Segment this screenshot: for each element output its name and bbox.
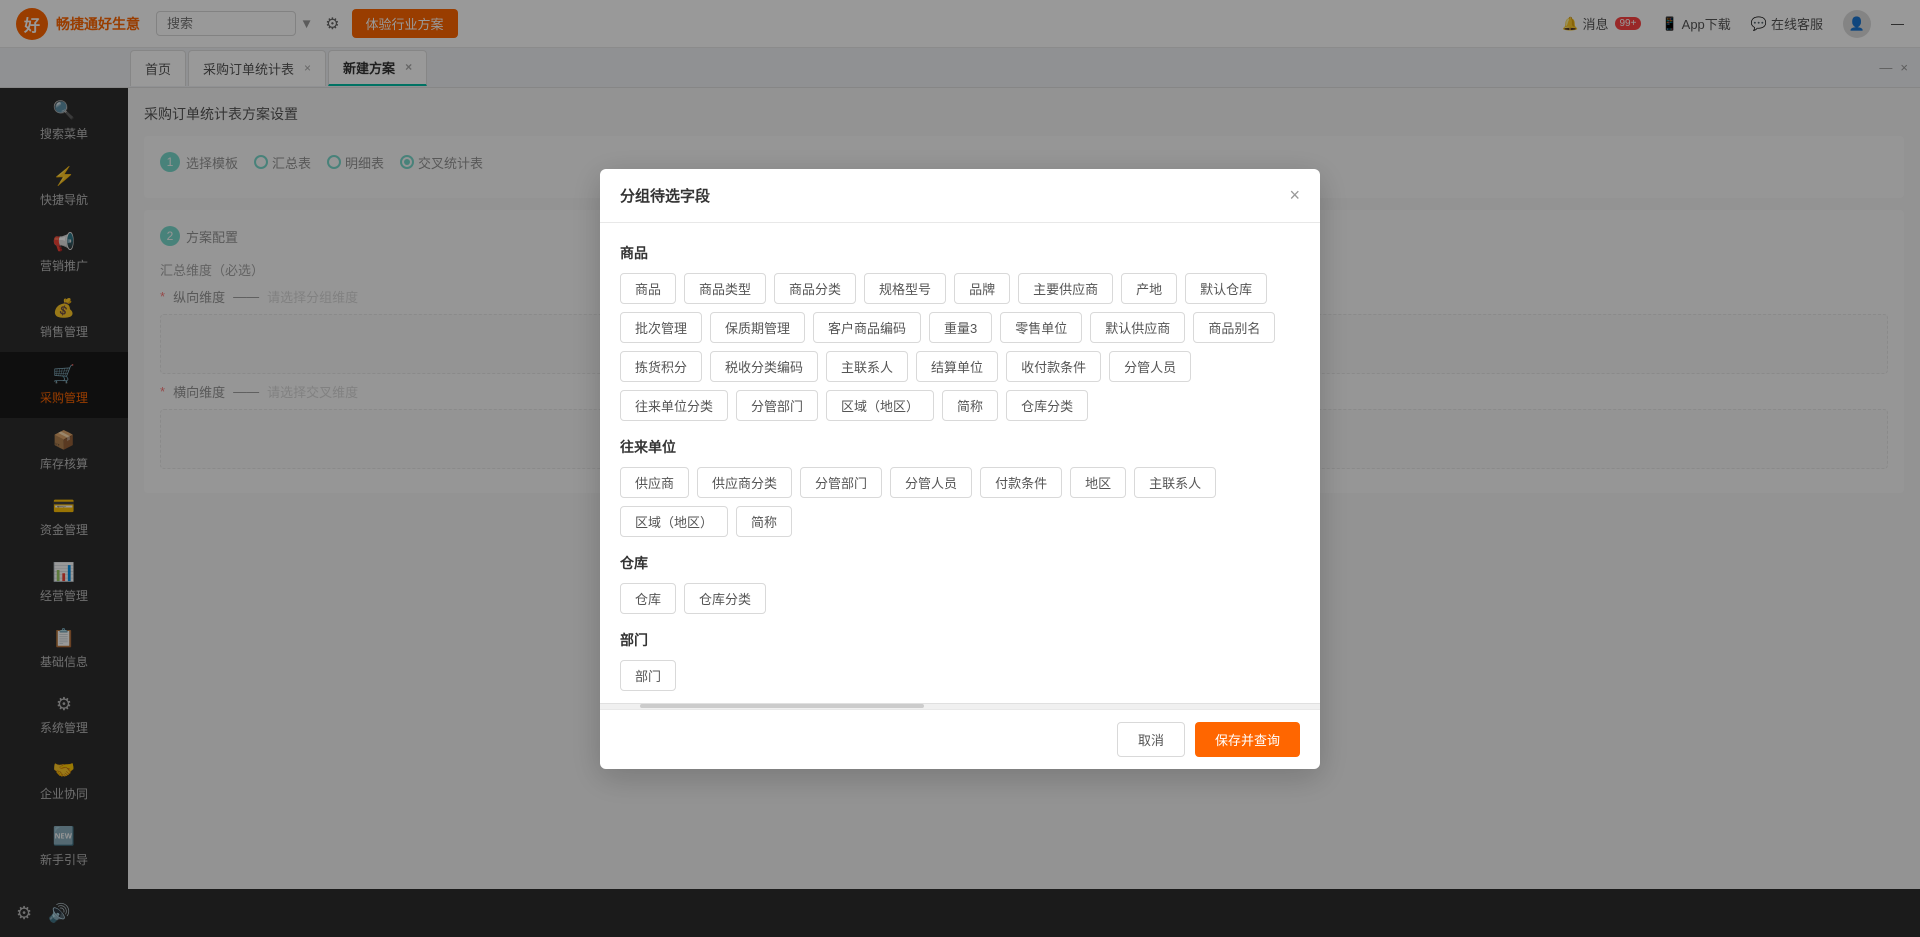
- modal-header: 分组待选字段 ×: [600, 169, 1320, 223]
- save-button[interactable]: 保存并查询: [1195, 722, 1300, 757]
- tag-product-重量3[interactable]: 重量3: [929, 312, 992, 343]
- tag-product-简称[interactable]: 简称: [942, 390, 998, 421]
- tag-warehouse-仓库[interactable]: 仓库: [620, 583, 676, 614]
- tag-partner-地区[interactable]: 地区: [1070, 467, 1126, 498]
- modal-body: 商品 商品 商品类型 商品分类 规格型号 品牌 主要供应商 产地 默认仓库 批次…: [600, 223, 1320, 703]
- section-title-partner: 往来单位: [620, 437, 1300, 457]
- tag-product-商品分类[interactable]: 商品分类: [774, 273, 856, 304]
- tag-product-商品别名[interactable]: 商品别名: [1193, 312, 1275, 343]
- tag-partner-简称[interactable]: 简称: [736, 506, 792, 537]
- tag-product-往来单位分类[interactable]: 往来单位分类: [620, 390, 728, 421]
- modal-title: 分组待选字段: [620, 185, 710, 206]
- section-title-product: 商品: [620, 243, 1300, 263]
- section-title-warehouse: 仓库: [620, 553, 1300, 573]
- tag-product-零售单位[interactable]: 零售单位: [1000, 312, 1082, 343]
- tag-group-partner: 供应商 供应商分类 分管部门 分管人员 付款条件 地区 主联系人 区域（地区） …: [620, 467, 1300, 537]
- tag-product-批次管理[interactable]: 批次管理: [620, 312, 702, 343]
- footer-buttons: 取消 保存并查询: [1117, 722, 1300, 757]
- tag-group-warehouse: 仓库 仓库分类: [620, 583, 1300, 614]
- modal-close-button[interactable]: ×: [1289, 185, 1300, 206]
- tag-partner-主联系人[interactable]: 主联系人: [1134, 467, 1216, 498]
- tag-product-商品类型[interactable]: 商品类型: [684, 273, 766, 304]
- tag-product-拣货积分[interactable]: 拣货积分: [620, 351, 702, 382]
- tag-group-product: 商品 商品类型 商品分类 规格型号 品牌 主要供应商 产地 默认仓库 批次管理 …: [620, 273, 1300, 421]
- tag-product-商品[interactable]: 商品: [620, 273, 676, 304]
- tag-product-品牌[interactable]: 品牌: [954, 273, 1010, 304]
- tag-group-dept: 部门: [620, 660, 1300, 691]
- tag-product-规格型号[interactable]: 规格型号: [864, 273, 946, 304]
- tag-product-区域地区[interactable]: 区域（地区）: [826, 390, 934, 421]
- tag-partner-供应商分类[interactable]: 供应商分类: [697, 467, 792, 498]
- tag-product-结算单位[interactable]: 结算单位: [916, 351, 998, 382]
- tag-partner-供应商[interactable]: 供应商: [620, 467, 689, 498]
- tag-product-默认供应商[interactable]: 默认供应商: [1090, 312, 1185, 343]
- tag-product-税收分类编码[interactable]: 税收分类编码: [710, 351, 818, 382]
- tag-product-主要供应商[interactable]: 主要供应商: [1018, 273, 1113, 304]
- tag-partner-分管人员[interactable]: 分管人员: [890, 467, 972, 498]
- modal-footer: 取消 保存并查询: [600, 709, 1320, 769]
- tag-dept-部门[interactable]: 部门: [620, 660, 676, 691]
- tag-partner-分管部门[interactable]: 分管部门: [800, 467, 882, 498]
- tag-partner-区域地区[interactable]: 区域（地区）: [620, 506, 728, 537]
- tag-partner-付款条件[interactable]: 付款条件: [980, 467, 1062, 498]
- tag-product-默认仓库[interactable]: 默认仓库: [1185, 273, 1267, 304]
- tag-product-分管部门[interactable]: 分管部门: [736, 390, 818, 421]
- modal-dialog: 分组待选字段 × 商品 商品 商品类型 商品分类 规格型号 品牌 主要供应商 产…: [600, 169, 1320, 769]
- tag-product-保质期管理[interactable]: 保质期管理: [710, 312, 805, 343]
- tag-product-分管人员[interactable]: 分管人员: [1109, 351, 1191, 382]
- section-title-dept: 部门: [620, 630, 1300, 650]
- cancel-button[interactable]: 取消: [1117, 722, 1185, 757]
- tag-product-客户商品编码[interactable]: 客户商品编码: [813, 312, 921, 343]
- tag-product-仓库分类[interactable]: 仓库分类: [1006, 390, 1088, 421]
- tag-warehouse-仓库分类[interactable]: 仓库分类: [684, 583, 766, 614]
- tag-product-产地[interactable]: 产地: [1121, 273, 1177, 304]
- tag-product-主联系人[interactable]: 主联系人: [826, 351, 908, 382]
- tag-product-收付款条件[interactable]: 收付款条件: [1006, 351, 1101, 382]
